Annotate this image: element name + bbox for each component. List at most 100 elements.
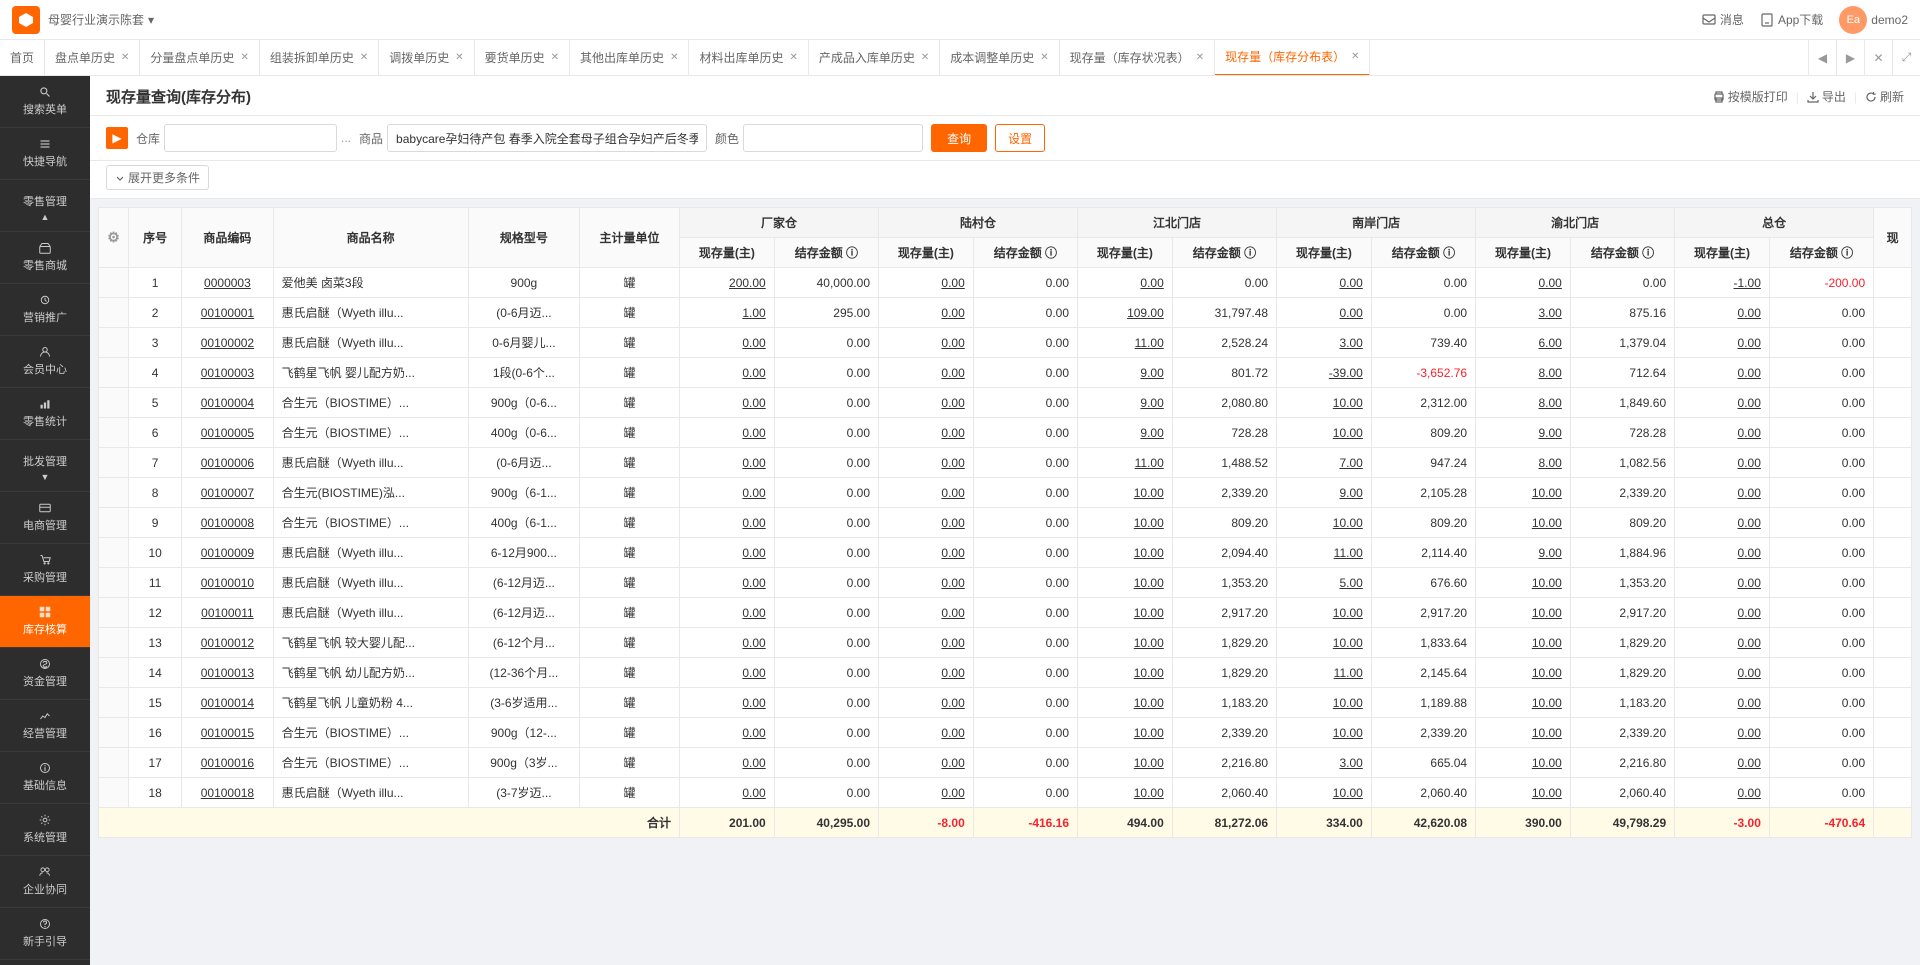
row-ybbmd-qty[interactable]: 8.00	[1476, 448, 1571, 478]
row-code[interactable]: 00100003	[182, 358, 273, 388]
row-jbmd-qty[interactable]: 10.00	[1078, 598, 1173, 628]
row-total-qty[interactable]: 0.00	[1675, 718, 1770, 748]
row-code[interactable]: 00100013	[182, 658, 273, 688]
refresh-btn[interactable]: 刷新	[1865, 88, 1904, 105]
close-icon[interactable]: ✕	[921, 52, 929, 63]
row-chj-qty[interactable]: 0.00	[679, 538, 774, 568]
row-jbmd-qty[interactable]: 10.00	[1078, 718, 1173, 748]
color-input[interactable]	[743, 124, 923, 152]
row-total-qty[interactable]: -1.00	[1675, 268, 1770, 298]
row-jbmd-qty[interactable]: 11.00	[1078, 448, 1173, 478]
row-settings[interactable]	[99, 478, 129, 508]
row-settings[interactable]	[99, 358, 129, 388]
warehouse-input[interactable]	[164, 124, 337, 152]
row-naqd-qty[interactable]: 0.00	[1277, 268, 1372, 298]
row-chj-qty[interactable]: 0.00	[679, 688, 774, 718]
sidebar-item-member[interactable]: 会员中心	[0, 336, 90, 388]
gear-header[interactable]: ⚙	[99, 208, 129, 268]
row-chj-qty[interactable]: 0.00	[679, 508, 774, 538]
row-settings[interactable]	[99, 328, 129, 358]
row-chj-qty[interactable]: 0.00	[679, 418, 774, 448]
row-total-qty[interactable]: 0.00	[1675, 538, 1770, 568]
row-code[interactable]: 00100015	[182, 718, 273, 748]
row-lcj-qty[interactable]: 0.00	[879, 328, 974, 358]
sidebar-item-info[interactable]: 基础信息	[0, 752, 90, 804]
row-ybbmd-qty[interactable]: 9.00	[1476, 538, 1571, 568]
row-code[interactable]: 00100011	[182, 598, 273, 628]
row-code[interactable]: 00100012	[182, 628, 273, 658]
row-jbmd-qty[interactable]: 11.00	[1078, 328, 1173, 358]
row-settings[interactable]	[99, 388, 129, 418]
row-ybbmd-qty[interactable]: 10.00	[1476, 778, 1571, 808]
row-settings[interactable]	[99, 568, 129, 598]
row-settings[interactable]	[99, 448, 129, 478]
row-ybbmd-qty[interactable]: 10.00	[1476, 658, 1571, 688]
row-settings[interactable]	[99, 508, 129, 538]
row-total-qty[interactable]: 0.00	[1675, 598, 1770, 628]
app-download-btn[interactable]: App下载	[1760, 11, 1823, 28]
close-icon[interactable]: ✕	[551, 52, 559, 63]
row-lcj-qty[interactable]: 0.00	[879, 658, 974, 688]
row-ybbmd-qty[interactable]: 8.00	[1476, 388, 1571, 418]
row-jbmd-qty[interactable]: 9.00	[1078, 358, 1173, 388]
row-total-qty[interactable]: 0.00	[1675, 688, 1770, 718]
row-lcj-qty[interactable]: 0.00	[879, 628, 974, 658]
row-naqd-qty[interactable]: 10.00	[1277, 598, 1372, 628]
row-code[interactable]: 00100016	[182, 748, 273, 778]
row-naqd-qty[interactable]: 11.00	[1277, 538, 1372, 568]
row-jbmd-qty[interactable]: 10.00	[1078, 688, 1173, 718]
sidebar-item-purchase[interactable]: 采购管理	[0, 544, 90, 596]
row-naqd-qty[interactable]: 10.00	[1277, 628, 1372, 658]
row-ybbmd-qty[interactable]: 10.00	[1476, 478, 1571, 508]
row-code[interactable]: 00100004	[182, 388, 273, 418]
row-total-qty[interactable]: 0.00	[1675, 328, 1770, 358]
row-jbmd-qty[interactable]: 10.00	[1078, 778, 1173, 808]
row-total-qty[interactable]: 0.00	[1675, 388, 1770, 418]
row-naqd-qty[interactable]: 9.00	[1277, 478, 1372, 508]
row-total-qty[interactable]: 0.00	[1675, 298, 1770, 328]
row-naqd-qty[interactable]: 10.00	[1277, 388, 1372, 418]
row-ybbmd-qty[interactable]: 3.00	[1476, 298, 1571, 328]
row-code[interactable]: 00100007	[182, 478, 273, 508]
close-icon[interactable]: ✕	[789, 52, 797, 63]
sidebar-item-guide[interactable]: 新手引导	[0, 908, 90, 960]
sidebar-item-finance[interactable]: 资金管理	[0, 648, 90, 700]
row-lcj-qty[interactable]: 0.00	[879, 568, 974, 598]
sidebar-item-inventory[interactable]: 库存核算	[0, 596, 90, 648]
row-chj-qty[interactable]: 0.00	[679, 628, 774, 658]
row-chj-qty[interactable]: 0.00	[679, 658, 774, 688]
row-total-qty[interactable]: 0.00	[1675, 448, 1770, 478]
close-icon[interactable]: ✕	[1351, 51, 1359, 62]
print-btn[interactable]: 按模版打印	[1713, 88, 1788, 105]
nav-prev-btn[interactable]: ◀	[1808, 40, 1836, 76]
row-ybbmd-qty[interactable]: 9.00	[1476, 418, 1571, 448]
row-settings[interactable]	[99, 598, 129, 628]
nav-next-btn[interactable]: ▶	[1836, 40, 1864, 76]
row-jbmd-qty[interactable]: 10.00	[1078, 748, 1173, 778]
sidebar-item-wholesale[interactable]: 批发管理 ▼	[0, 440, 90, 492]
tab-home[interactable]: 首页	[0, 40, 45, 76]
row-chj-qty[interactable]: 0.00	[679, 478, 774, 508]
row-settings[interactable]	[99, 688, 129, 718]
row-total-qty[interactable]: 0.00	[1675, 358, 1770, 388]
row-chj-qty[interactable]: 0.00	[679, 778, 774, 808]
row-jbmd-qty[interactable]: 10.00	[1078, 538, 1173, 568]
row-ybbmd-qty[interactable]: 10.00	[1476, 688, 1571, 718]
row-naqd-qty[interactable]: 5.00	[1277, 568, 1372, 598]
row-code[interactable]: 00100005	[182, 418, 273, 448]
row-total-qty[interactable]: 0.00	[1675, 568, 1770, 598]
sidebar-item-retail[interactable]: 零售管理 ▲	[0, 180, 90, 232]
row-code[interactable]: 00100006	[182, 448, 273, 478]
row-settings[interactable]	[99, 658, 129, 688]
row-lcj-qty[interactable]: 0.00	[879, 688, 974, 718]
row-jbmd-qty[interactable]: 10.00	[1078, 658, 1173, 688]
row-naqd-qty[interactable]: 10.00	[1277, 778, 1372, 808]
sidebar-item-apps[interactable]: 应用中心	[0, 960, 90, 965]
row-lcj-qty[interactable]: 0.00	[879, 748, 974, 778]
row-code[interactable]: 00100001	[182, 298, 273, 328]
row-naqd-qty[interactable]: 11.00	[1277, 658, 1372, 688]
tab-assembly[interactable]: 组装拆卸单历史 ✕	[260, 40, 379, 76]
row-chj-qty[interactable]: 200.00	[679, 268, 774, 298]
expand-more-btn[interactable]: 展开更多条件	[106, 165, 209, 190]
sidebar-item-search[interactable]: 搜索英单	[0, 76, 90, 128]
